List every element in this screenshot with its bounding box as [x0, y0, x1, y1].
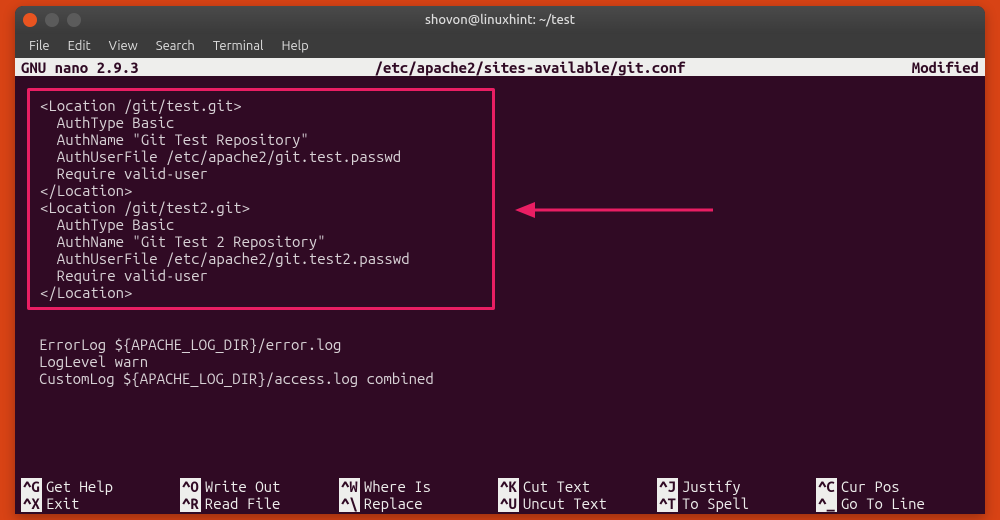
shortcut-replace[interactable]: ^\Replace	[339, 495, 498, 512]
code-line: AuthType Basic	[40, 216, 482, 233]
shortcut-where-is[interactable]: ^WWhere Is	[339, 478, 498, 495]
code-line: Require valid-user	[40, 267, 482, 284]
menu-edit[interactable]: Edit	[60, 37, 99, 55]
highlight-annotation-box: <Location /git/test.git> AuthType Basic …	[27, 88, 495, 310]
code-line: <Location /git/test.git>	[40, 97, 482, 114]
nano-status: Modified	[859, 59, 979, 76]
shortcut-go-to-line[interactable]: ^_Go To Line	[816, 495, 975, 512]
nano-filename: /etc/apache2/sites-available/git.conf	[201, 59, 859, 76]
minimize-icon[interactable]	[45, 13, 59, 27]
menu-search[interactable]: Search	[148, 37, 203, 55]
shortcut-write-out[interactable]: ^OWrite Out	[180, 478, 339, 495]
shortcut-cut-text[interactable]: ^KCut Text	[498, 478, 657, 495]
code-line: </Location>	[40, 284, 482, 301]
shortcut-get-help[interactable]: ^GGet Help	[21, 478, 180, 495]
code-line: AuthName "Git Test 2 Repository"	[40, 233, 482, 250]
code-line: AuthName "Git Test Repository"	[40, 131, 482, 148]
code-line: AuthUserFile /etc/apache2/git.test2.pass…	[40, 250, 482, 267]
code-line: CustomLog ${APACHE_LOG_DIR}/access.log c…	[39, 370, 973, 387]
arrow-annotation-icon	[513, 198, 723, 222]
terminal-window: shovon@linuxhint: ~/test File Edit View …	[15, 6, 985, 514]
code-line: <Location /git/test2.git>	[40, 199, 482, 216]
code-line: Require valid-user	[40, 165, 482, 182]
code-line: AuthUserFile /etc/apache2/git.test.passw…	[40, 148, 482, 165]
window-controls	[23, 13, 81, 27]
titlebar[interactable]: shovon@linuxhint: ~/test	[15, 6, 985, 34]
close-icon[interactable]	[23, 13, 37, 27]
shortcut-to-spell[interactable]: ^TTo Spell	[657, 495, 816, 512]
menu-terminal[interactable]: Terminal	[205, 37, 272, 55]
code-line: AuthType Basic	[40, 114, 482, 131]
menu-file[interactable]: File	[21, 37, 58, 55]
extra-code-block: ErrorLog ${APACHE_LOG_DIR}/error.log Log…	[39, 336, 973, 387]
menu-help[interactable]: Help	[273, 37, 316, 55]
shortcut-read-file[interactable]: ^RRead File	[180, 495, 339, 512]
shortcut-exit[interactable]: ^XExit	[21, 495, 180, 512]
maximize-icon[interactable]	[67, 13, 81, 27]
shortcut-justify[interactable]: ^JJustify	[657, 478, 816, 495]
shortcut-row: ^XExit ^RRead File ^\Replace ^UUncut Tex…	[21, 495, 979, 512]
shortcut-cur-pos[interactable]: ^CCur Pos	[816, 478, 975, 495]
menu-view[interactable]: View	[101, 37, 146, 55]
nano-header: GNU nano 2.9.3 /etc/apache2/sites-availa…	[15, 58, 985, 76]
shortcut-uncut-text[interactable]: ^UUncut Text	[498, 495, 657, 512]
menubar: File Edit View Search Terminal Help	[15, 34, 985, 58]
terminal-viewport[interactable]: GNU nano 2.9.3 /etc/apache2/sites-availa…	[15, 58, 985, 514]
code-line: </Location>	[40, 182, 482, 199]
editor-content[interactable]: <Location /git/test.git> AuthType Basic …	[15, 76, 985, 391]
shortcut-row: ^GGet Help ^OWrite Out ^WWhere Is ^KCut …	[21, 478, 979, 495]
code-line: ErrorLog ${APACHE_LOG_DIR}/error.log	[39, 336, 973, 353]
window-title: shovon@linuxhint: ~/test	[425, 13, 575, 27]
code-line: LogLevel warn	[39, 353, 973, 370]
nano-shortcut-bar: ^GGet Help ^OWrite Out ^WWhere Is ^KCut …	[15, 478, 985, 514]
